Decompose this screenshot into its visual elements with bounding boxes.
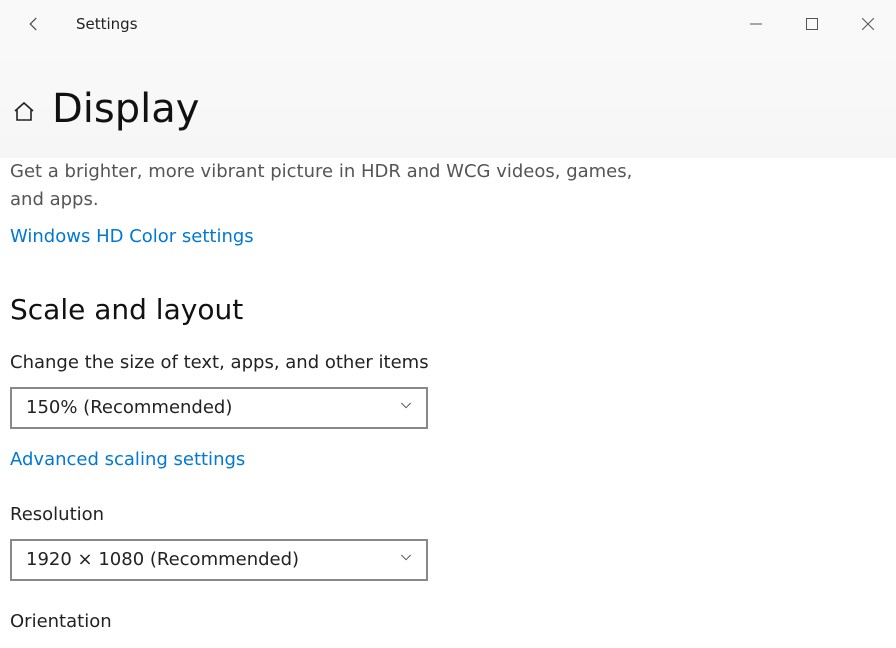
maximize-button[interactable] [784,0,840,48]
maximize-icon [806,18,818,30]
close-button[interactable] [840,0,896,48]
close-icon [862,18,874,30]
resolution-dropdown[interactable]: 1920 × 1080 (Recommended) [10,539,428,581]
content-area: Get a brighter, more vibrant picture in … [0,158,896,632]
text-size-label: Change the size of text, apps, and other… [10,352,886,373]
chevron-down-icon [398,397,414,418]
minimize-icon [750,18,762,30]
title-bar: Settings [0,0,896,48]
orientation-label: Orientation [10,611,886,632]
resolution-value: 1920 × 1080 (Recommended) [26,549,299,570]
home-icon[interactable] [10,98,38,126]
text-size-dropdown[interactable]: 150% (Recommended) [10,387,428,429]
chevron-down-icon [398,549,414,570]
back-button[interactable] [14,4,54,44]
window-title: Settings [76,15,138,33]
scale-layout-heading: Scale and layout [10,293,886,326]
page-header: Display [0,48,896,158]
text-size-value: 150% (Recommended) [26,397,232,418]
advanced-scaling-link[interactable]: Advanced scaling settings [10,449,245,470]
minimize-button[interactable] [728,0,784,48]
window-controls [728,0,896,48]
resolution-label: Resolution [10,504,886,525]
hdr-description: Get a brighter, more vibrant picture in … [10,158,660,214]
hd-color-settings-link[interactable]: Windows HD Color settings [10,226,254,247]
arrow-left-icon [25,15,43,33]
page-title: Display [52,86,199,132]
